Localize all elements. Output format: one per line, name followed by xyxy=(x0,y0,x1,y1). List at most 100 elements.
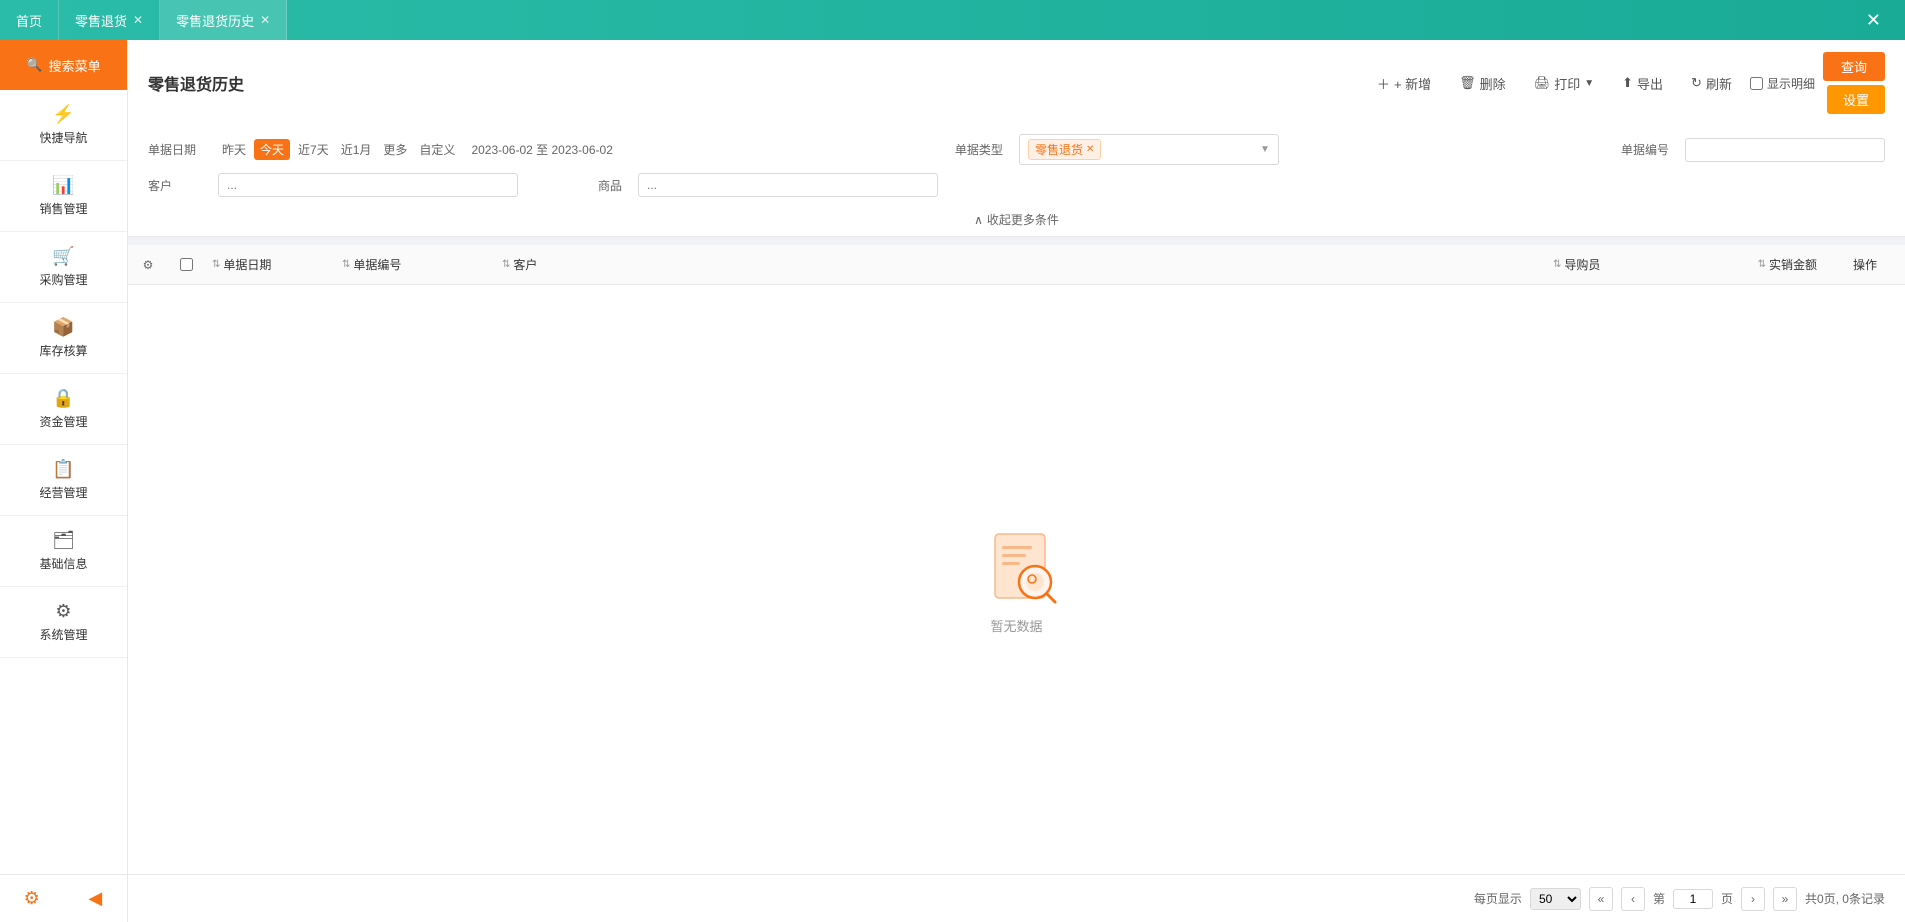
voucher-no-input[interactable] xyxy=(1685,138,1885,162)
tab-retail-return-history-close[interactable]: ✕ xyxy=(260,13,270,27)
collapse-label: 收起更多条件 xyxy=(987,211,1059,228)
per-page-select[interactable]: 50 20 100 xyxy=(1530,888,1581,910)
sidebar-item-finance[interactable]: 🔒 资金管理 xyxy=(0,374,127,445)
date-range-display: 2023-06-02 至 2023-06-02 xyxy=(471,141,612,158)
customer-input[interactable] xyxy=(218,173,518,197)
sidebar-item-basic-info-label: 基础信息 xyxy=(39,555,87,572)
tab-retail-return-history[interactable]: 零售退货历史 ✕ xyxy=(160,0,287,40)
page-unit-label: 页 xyxy=(1721,890,1733,907)
filter-row-1: 单据日期 昨天 今天 近7天 近1月 更多 自定义 2023-06-02 至 2… xyxy=(148,134,1885,165)
sidebar-item-sales-mgmt[interactable]: 📊 销售管理 xyxy=(0,161,127,232)
sidebar-collapse-button[interactable]: ◀ xyxy=(64,875,128,922)
date-option-7days[interactable]: 近7天 xyxy=(294,139,333,160)
topbar-right: ✕ xyxy=(1858,10,1905,31)
th-customer[interactable]: ⇅ 客户 xyxy=(494,256,1545,273)
system-icon: ⚙ xyxy=(55,601,71,622)
goods-input[interactable] xyxy=(638,173,938,197)
first-page-button[interactable]: « xyxy=(1589,887,1613,911)
sidebar-item-system[interactable]: ⚙ 系统管理 xyxy=(0,587,127,658)
query-button[interactable]: 查询 xyxy=(1823,52,1885,81)
setup-button[interactable]: 设置 xyxy=(1827,85,1885,114)
tab-home[interactable]: 首页 xyxy=(0,0,59,40)
top-bar: 首页 零售退货 ✕ 零售退货历史 ✕ ✕ xyxy=(0,0,1905,40)
sidebar-item-purchase-label: 采购管理 xyxy=(39,271,87,288)
export-button[interactable]: ⬆ 导出 xyxy=(1612,70,1673,97)
sidebar-bottom: ⚙ ◀ xyxy=(0,874,127,922)
page-header: 零售退货历史 ＋ + 新增 🗑 删除 🖨 打印 ▼ xyxy=(128,40,1905,237)
tab-retail-return-label: 零售退货 xyxy=(75,11,127,30)
basic-info-icon: 🗂 xyxy=(52,530,75,551)
show-detail-text: 显示明细 xyxy=(1767,75,1815,92)
chevron-up-icon: ∧ xyxy=(974,213,983,227)
total-info: 共0页, 0条记录 xyxy=(1805,890,1885,907)
th-date[interactable]: ⇅ 单据日期 xyxy=(204,256,334,273)
th-guide[interactable]: ⇅ 导购员 xyxy=(1545,256,1705,273)
filter-area: 单据日期 昨天 今天 近7天 近1月 更多 自定义 2023-06-02 至 2… xyxy=(148,124,1885,236)
sidebar-settings-button[interactable]: ⚙ xyxy=(0,875,64,922)
date-option-today[interactable]: 今天 xyxy=(254,139,290,160)
search-icon: 🔍 xyxy=(26,57,42,73)
table-settings-button[interactable]: ⚙ xyxy=(128,258,168,272)
prev-page-button[interactable]: ‹ xyxy=(1621,887,1645,911)
sidebar-item-inventory[interactable]: 📦 库存核算 xyxy=(0,303,127,374)
topbar-close-button[interactable]: ✕ xyxy=(1858,10,1889,31)
quick-nav-icon: ⚡ xyxy=(52,104,74,125)
th-amount[interactable]: ⇅ 实销金额 xyxy=(1705,256,1825,273)
date-option-1month[interactable]: 近1月 xyxy=(337,139,376,160)
show-detail-checkbox-label[interactable]: 显示明细 xyxy=(1750,75,1815,92)
gear-icon: ⚙ xyxy=(24,888,40,909)
th-customer-label: 客户 xyxy=(513,256,537,273)
refresh-icon: ↻ xyxy=(1691,75,1702,91)
settings-icon: ⚙ xyxy=(143,258,154,272)
tab-retail-return[interactable]: 零售退货 ✕ xyxy=(59,0,160,40)
table-select-all[interactable] xyxy=(168,258,204,271)
th-amount-label: 实销金额 xyxy=(1769,256,1817,273)
sidebar-item-quick-nav[interactable]: ⚡ 快捷导航 xyxy=(0,90,127,161)
voucher-type-tag-text: 零售退货 xyxy=(1035,141,1083,158)
sidebar-item-basic-info[interactable]: 🗂 基础信息 xyxy=(0,516,127,587)
th-date-sort-icon: ⇅ xyxy=(212,259,220,270)
th-voucher-no[interactable]: ⇅ 单据编号 xyxy=(334,256,494,273)
sidebar-search-button[interactable]: 🔍 搜索菜单 xyxy=(0,40,127,90)
trash-icon: 🗑 xyxy=(1459,75,1476,91)
last-page-button[interactable]: » xyxy=(1773,887,1797,911)
date-option-yesterday[interactable]: 昨天 xyxy=(218,139,250,160)
refresh-button[interactable]: ↻ 刷新 xyxy=(1681,70,1742,97)
sidebar-item-quick-nav-label: 快捷导航 xyxy=(39,129,87,146)
empty-icon xyxy=(977,524,1057,604)
print-button[interactable]: 🖨 打印 ▼ xyxy=(1524,70,1604,97)
delete-button[interactable]: 🗑 删除 xyxy=(1449,70,1516,97)
voucher-type-label: 单据类型 xyxy=(955,141,1003,158)
pagination-bar: 每页显示 50 20 100 « ‹ 第 页 › » 共0页, 0条记录 xyxy=(128,874,1905,922)
voucher-type-tag-remove[interactable]: ✕ xyxy=(1086,144,1094,155)
sidebar-item-purchase-mgmt[interactable]: 🛒 采购管理 xyxy=(0,232,127,303)
next-page-button[interactable]: › xyxy=(1741,887,1765,911)
th-voucher-sort-icon: ⇅ xyxy=(342,259,350,270)
sales-icon: 📊 xyxy=(52,175,74,196)
table-header: ⚙ ⇅ 单据日期 ⇅ 单据编号 ⇅ 客户 ⇅ xyxy=(128,245,1905,285)
purchase-icon: 🛒 xyxy=(52,246,74,267)
page-number-input[interactable] xyxy=(1673,889,1713,909)
th-customer-sort-icon: ⇅ xyxy=(502,259,510,270)
date-option-more[interactable]: 更多 xyxy=(379,139,411,160)
show-detail-checkbox[interactable] xyxy=(1750,77,1763,90)
empty-state: 暂无数据 xyxy=(128,285,1905,874)
sidebar-item-operations-label: 经营管理 xyxy=(39,484,87,501)
new-button[interactable]: ＋ + 新增 xyxy=(1367,70,1441,97)
th-amount-sort-icon: ⇅ xyxy=(1758,259,1766,270)
toolbar: ＋ + 新增 🗑 删除 🖨 打印 ▼ ⬆ 导出 xyxy=(1367,52,1885,114)
sidebar: 🔍 搜索菜单 ⚡ 快捷导航 📊 销售管理 🛒 采购管理 📦 库存核算 🔒 资金管… xyxy=(0,40,128,922)
sidebar-item-operations[interactable]: 📋 经营管理 xyxy=(0,445,127,516)
print-icon: 🖨 xyxy=(1534,75,1551,91)
empty-text: 暂无数据 xyxy=(990,616,1042,635)
select-all-checkbox[interactable] xyxy=(180,258,193,271)
th-date-label: 单据日期 xyxy=(223,256,271,273)
date-option-custom[interactable]: 自定义 xyxy=(415,139,459,160)
tab-retail-return-close[interactable]: ✕ xyxy=(133,13,143,27)
collapse-bar[interactable]: ∧ 收起更多条件 xyxy=(148,205,1885,236)
page-title: 零售退货历史 xyxy=(148,71,244,95)
th-guide-sort-icon: ⇅ xyxy=(1553,259,1561,270)
sidebar-item-finance-label: 资金管理 xyxy=(39,413,87,430)
table-container: ⚙ ⇅ 单据日期 ⇅ 单据编号 ⇅ 客户 ⇅ xyxy=(128,245,1905,874)
voucher-type-select[interactable]: 零售退货 ✕ ▼ xyxy=(1019,134,1279,165)
